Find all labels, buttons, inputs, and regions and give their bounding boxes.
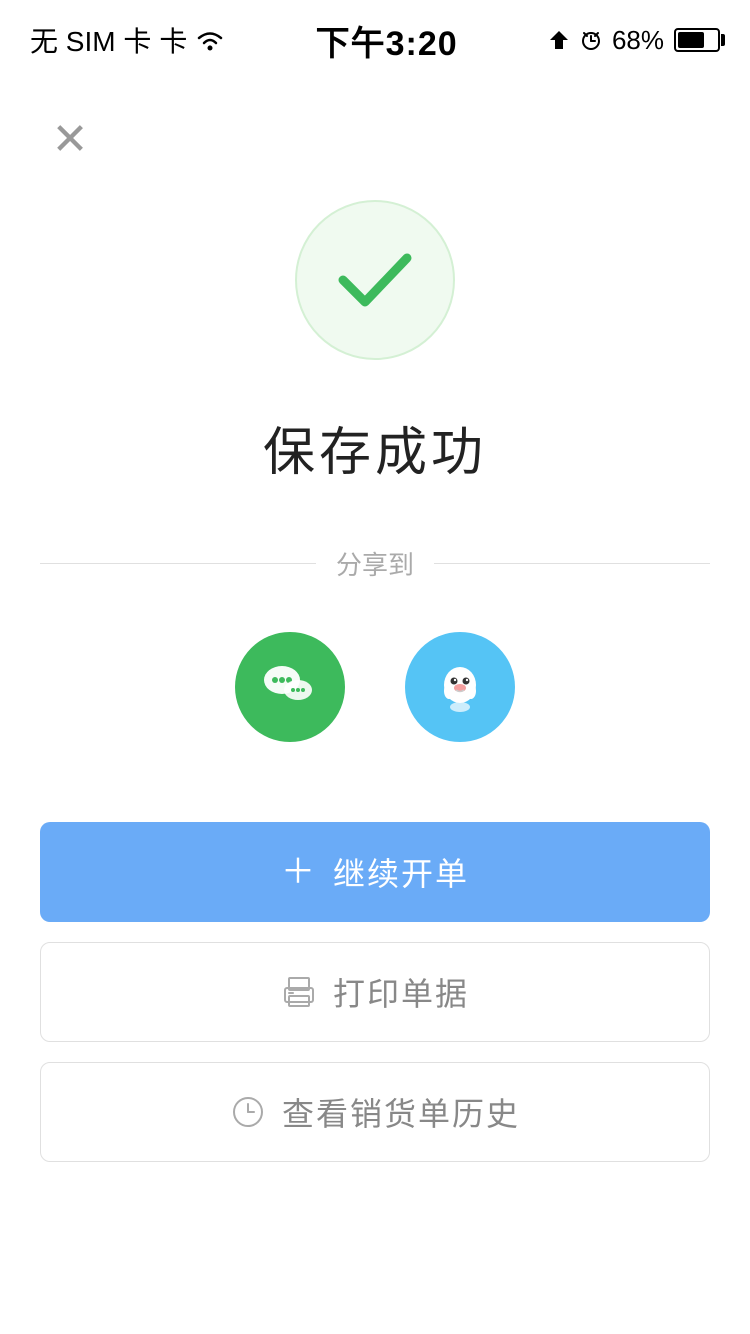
share-divider: 分享到: [40, 545, 710, 582]
share-label: 分享到: [336, 545, 414, 582]
continue-label: 继续开单: [333, 849, 469, 895]
qq-share-button[interactable]: [405, 632, 515, 742]
action-buttons: ＋ 继续开单 打印单据 查看销货单历史: [40, 822, 710, 1162]
print-label: 打印单据: [333, 969, 469, 1015]
wifi-icon: [195, 29, 225, 51]
wechat-icon: [260, 660, 320, 714]
battery-icon: [674, 28, 720, 52]
status-time: 下午3:20: [316, 16, 458, 65]
status-right: 68%: [548, 25, 720, 56]
location-icon: [548, 29, 570, 51]
main-content: ✕ 保存成功 分享到: [0, 80, 750, 1334]
status-left: 无 SIM 卡 卡: [30, 20, 225, 60]
status-bar: 无 SIM 卡 卡 下午3:20 68%: [0, 0, 750, 80]
printer-icon: [281, 974, 317, 1010]
share-icons: [235, 632, 515, 742]
checkmark-icon: [335, 248, 415, 312]
continue-button[interactable]: ＋ 继续开单: [40, 822, 710, 922]
history-label: 查看销货单历史: [282, 1089, 520, 1135]
history-button[interactable]: 查看销货单历史: [40, 1062, 710, 1162]
plus-icon: ＋: [281, 855, 317, 889]
wechat-share-button[interactable]: [235, 632, 345, 742]
close-icon: ✕: [52, 118, 89, 162]
alarm-icon: [580, 29, 602, 51]
close-button[interactable]: ✕: [40, 110, 100, 170]
divider-right: [434, 563, 710, 564]
clock-icon: [230, 1094, 266, 1130]
no-sim-text: 无 SIM 卡: [30, 20, 151, 60]
sim-icon: 卡: [159, 20, 187, 60]
battery-percent: 68%: [612, 25, 664, 56]
success-title: 保存成功: [263, 410, 487, 485]
divider-left: [40, 563, 316, 564]
print-button[interactable]: 打印单据: [40, 942, 710, 1042]
success-icon-container: [295, 200, 455, 360]
qq-icon: [430, 657, 490, 717]
